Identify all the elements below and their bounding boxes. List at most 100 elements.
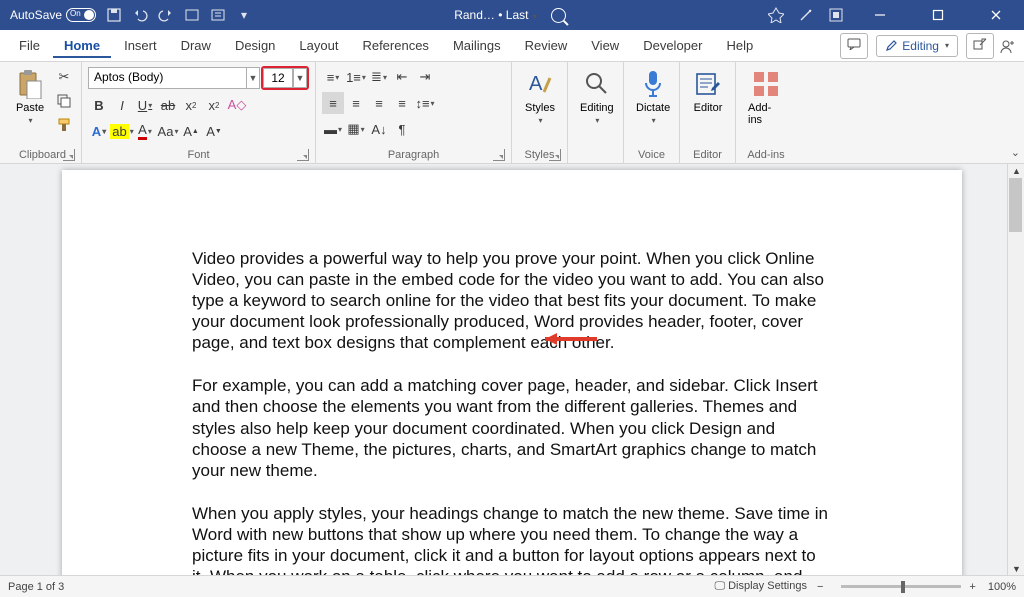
launcher-icon[interactable] xyxy=(493,149,505,161)
display-settings-button[interactable]: 🖵 Display Settings xyxy=(714,580,807,593)
numbering-button[interactable]: 1≡▾ xyxy=(345,66,367,88)
close-button[interactable] xyxy=(974,0,1018,30)
comments-button[interactable] xyxy=(840,33,868,59)
shading-button[interactable]: ▬▾ xyxy=(322,118,344,140)
zoom-level[interactable]: 100% xyxy=(988,581,1016,593)
strike-button[interactable]: ab xyxy=(157,94,179,116)
grow-font-button[interactable]: A▲ xyxy=(180,120,202,142)
tab-help[interactable]: Help xyxy=(715,33,764,58)
page-indicator[interactable]: Page 1 of 3 xyxy=(8,581,64,593)
bullets-button[interactable]: ≡▾ xyxy=(322,66,344,88)
group-label-styles: Styles xyxy=(518,149,561,161)
clear-format-button[interactable]: A◇ xyxy=(226,94,248,116)
tab-file[interactable]: File xyxy=(8,33,51,58)
superscript-button[interactable]: x2 xyxy=(203,94,225,116)
decrease-indent-button[interactable]: ⇤ xyxy=(391,66,413,88)
autosave-toggle[interactable]: AutoSave On xyxy=(10,8,96,22)
app-icon[interactable] xyxy=(828,7,844,23)
bold-button[interactable]: B xyxy=(88,94,110,116)
paste-icon xyxy=(14,68,46,100)
line-spacing-button[interactable]: ↕≡▾ xyxy=(414,92,436,114)
editor-icon xyxy=(692,68,724,100)
qat-icon-2[interactable] xyxy=(210,7,226,23)
tab-insert[interactable]: Insert xyxy=(113,33,168,58)
group-label-addins: Add-ins xyxy=(742,149,790,161)
mic-icon xyxy=(637,68,669,100)
launcher-icon[interactable] xyxy=(549,149,561,161)
align-left-button[interactable]: ≡ xyxy=(322,92,344,114)
tab-home[interactable]: Home xyxy=(53,33,111,58)
share-button[interactable] xyxy=(966,33,994,59)
addins-icon xyxy=(750,68,782,100)
borders-button[interactable]: ▦▾ xyxy=(345,118,367,140)
align-right-button[interactable]: ≡ xyxy=(368,92,390,114)
tab-design[interactable]: Design xyxy=(224,33,286,58)
qat-more-icon[interactable]: ▾ xyxy=(236,7,252,23)
font-family-combo[interactable]: Aptos (Body) ▼ xyxy=(88,67,260,89)
group-label-editor: Editor xyxy=(686,149,729,161)
paragraph: Video provides a powerful way to help yo… xyxy=(192,248,832,353)
status-bar: Page 1 of 3 🖵 Display Settings − + 100% xyxy=(0,575,1024,597)
scroll-thumb[interactable] xyxy=(1009,178,1022,232)
document-page[interactable]: Video provides a powerful way to help yo… xyxy=(62,170,962,575)
ribbon-tabs: File Home Insert Draw Design Layout Refe… xyxy=(0,30,1024,62)
vertical-scrollbar[interactable]: ▲ ▼ xyxy=(1007,164,1024,575)
italic-button[interactable]: I xyxy=(111,94,133,116)
tab-view[interactable]: View xyxy=(580,33,630,58)
wand-icon[interactable] xyxy=(798,7,814,23)
redo-icon[interactable] xyxy=(158,7,174,23)
undo-icon[interactable] xyxy=(132,7,148,23)
zoom-in-button[interactable]: + xyxy=(969,581,975,593)
subscript-button[interactable]: x2 xyxy=(180,94,202,116)
scroll-up-icon[interactable]: ▲ xyxy=(1008,164,1024,177)
group-label-voice: Voice xyxy=(630,149,673,161)
search-icon[interactable] xyxy=(551,8,566,23)
justify-button[interactable]: ≡ xyxy=(391,92,413,114)
group-editing: Editing▾ xyxy=(568,62,624,163)
premium-icon[interactable] xyxy=(768,7,784,23)
annotation-arrow-icon xyxy=(543,330,599,353)
tab-mailings[interactable]: Mailings xyxy=(442,33,512,58)
copy-button[interactable] xyxy=(53,90,75,112)
font-size-combo[interactable]: 12 ▼ xyxy=(261,66,309,90)
scroll-down-icon[interactable]: ▼ xyxy=(1008,562,1024,575)
text-effects-button[interactable]: A▾ xyxy=(88,120,110,142)
collapse-ribbon-icon[interactable]: ⌄ xyxy=(1011,146,1020,159)
tab-developer[interactable]: Developer xyxy=(632,33,713,58)
format-painter-button[interactable] xyxy=(53,114,75,136)
underline-button[interactable]: U▾ xyxy=(134,94,156,116)
highlight-button[interactable]: ab▾ xyxy=(111,120,133,142)
tab-review[interactable]: Review xyxy=(514,33,579,58)
save-icon[interactable] xyxy=(106,7,122,23)
qat-icon-1[interactable] xyxy=(184,7,200,23)
font-color-button[interactable]: A▾ xyxy=(134,120,156,142)
maximize-button[interactable] xyxy=(916,0,960,30)
launcher-icon[interactable] xyxy=(63,149,75,161)
tab-draw[interactable]: Draw xyxy=(170,33,222,58)
cut-button[interactable]: ✂ xyxy=(53,66,75,88)
zoom-out-button[interactable]: − xyxy=(817,581,823,593)
paste-button[interactable]: Paste▾ xyxy=(10,66,50,127)
shrink-font-button[interactable]: A▼ xyxy=(203,120,225,142)
minimize-button[interactable] xyxy=(858,0,902,30)
launcher-icon[interactable] xyxy=(297,149,309,161)
dictate-button[interactable]: Dictate▾ xyxy=(630,66,676,127)
align-center-button[interactable]: ≡ xyxy=(345,92,367,114)
editing-mode-button[interactable]: Editing▾ xyxy=(876,35,958,57)
sort-button[interactable]: A↓ xyxy=(368,118,390,140)
document-title[interactable]: Rand… • Last ▾ xyxy=(454,8,537,22)
chevron-down-icon: ▼ xyxy=(246,67,260,89)
tab-references[interactable]: References xyxy=(351,33,439,58)
show-marks-button[interactable]: ¶ xyxy=(391,118,413,140)
tab-layout[interactable]: Layout xyxy=(288,33,349,58)
addins-button[interactable]: Add-ins xyxy=(742,66,790,128)
editor-button[interactable]: Editor xyxy=(686,66,730,116)
group-font: Aptos (Body) ▼ 12 ▼ B I U▾ ab x2 x2 A◇ A… xyxy=(82,62,316,163)
multilevel-button[interactable]: ≣▾ xyxy=(368,66,390,88)
editing-button[interactable]: Editing▾ xyxy=(574,66,620,127)
styles-button[interactable]: A Styles▾ xyxy=(518,66,562,127)
increase-indent-button[interactable]: ⇥ xyxy=(414,66,436,88)
collaborator-icon[interactable] xyxy=(1000,38,1016,54)
zoom-slider[interactable] xyxy=(841,585,961,588)
change-case-button[interactable]: Aa▾ xyxy=(157,120,179,142)
